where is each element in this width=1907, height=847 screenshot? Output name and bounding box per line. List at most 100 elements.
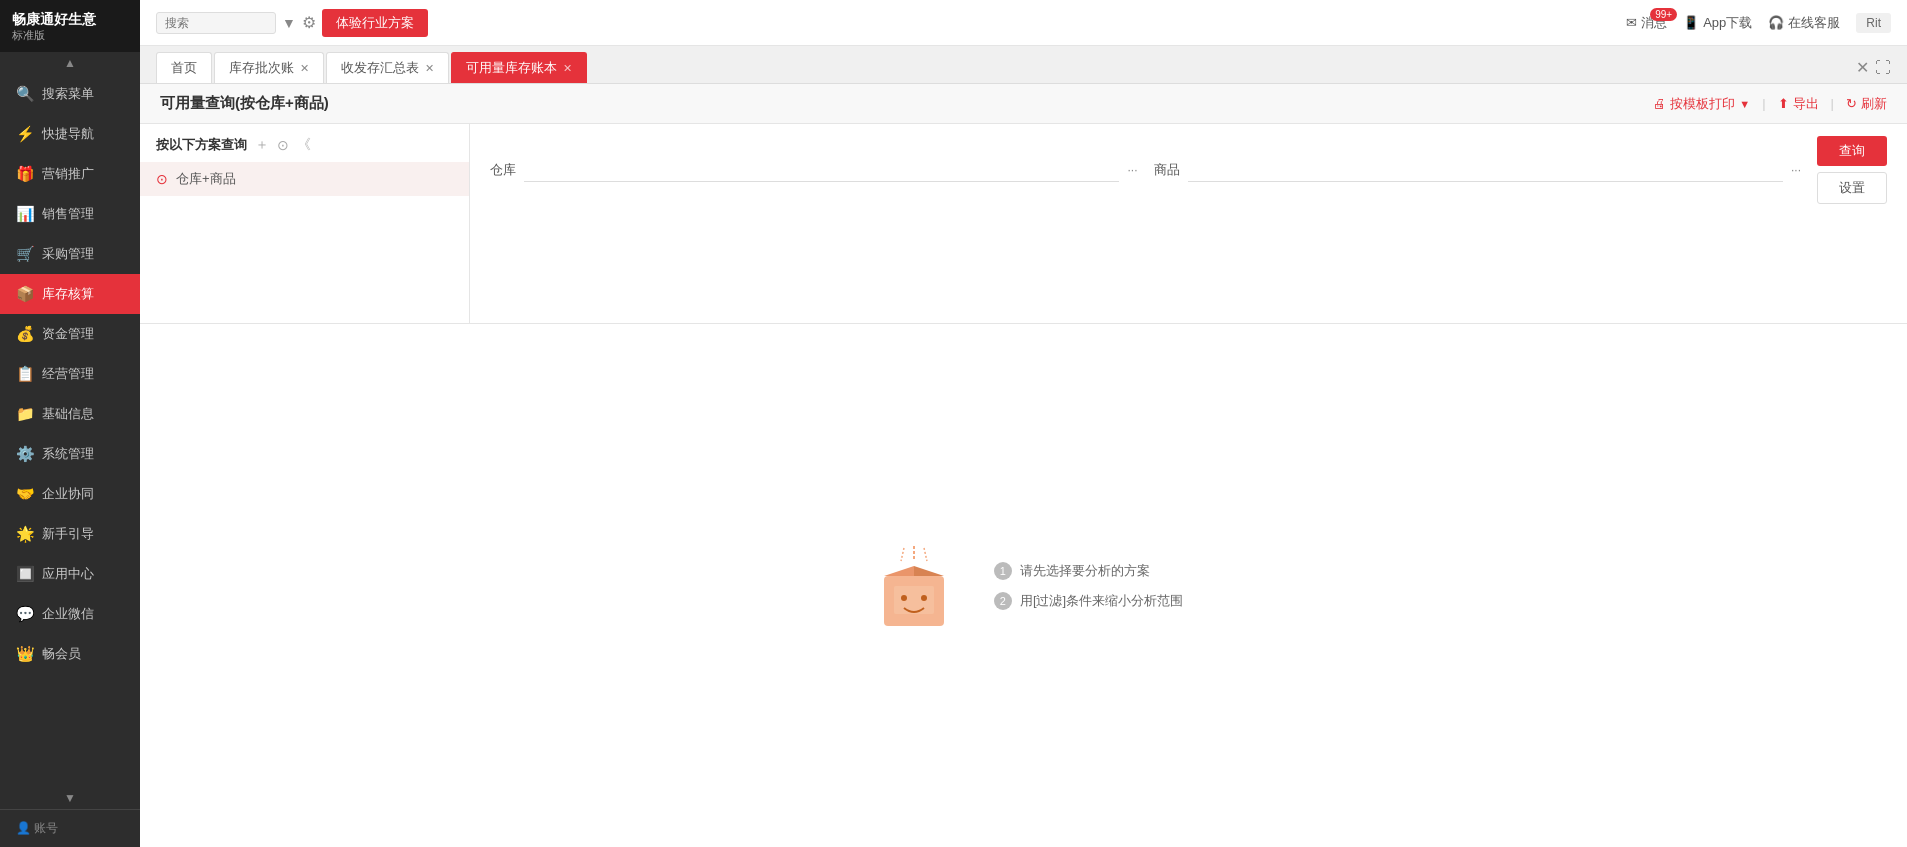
query-button[interactable]: 查询 xyxy=(1817,136,1887,166)
export-icon: ⬆ xyxy=(1778,96,1789,111)
sidebar-item-purchase[interactable]: 🛒 采购管理 xyxy=(0,234,140,274)
quicknav-icon: ⚡ xyxy=(16,125,34,143)
tabs-bar: 首页 库存批次账 ✕ 收发存汇总表 ✕ 可用量库存账本 ✕ ✕ ⛶ xyxy=(140,46,1907,84)
tab-collect-summary-label: 收发存汇总表 xyxy=(341,59,419,77)
sidebar-item-enterprise[interactable]: 🤝 企业协同 xyxy=(0,474,140,514)
enterprise-icon: 🤝 xyxy=(16,485,34,503)
scheme-item-warehouse-product[interactable]: ⊙ 仓库+商品 xyxy=(140,162,469,196)
message-button[interactable]: ✉ 消息 99+ xyxy=(1626,14,1667,32)
svg-rect-3 xyxy=(894,586,934,614)
page-title-bar: 可用量查询(按仓库+商品) 🖨 按模板打印 ▼ | ⬆ 导出 | ↻ 刷新 xyxy=(140,84,1907,124)
tab-batch-account-close[interactable]: ✕ xyxy=(300,62,309,75)
sidebar-item-system[interactable]: ⚙️ 系统管理 xyxy=(0,434,140,474)
sidebar-label-purchase: 采购管理 xyxy=(42,245,94,263)
sidebar-item-sales[interactable]: 📊 销售管理 xyxy=(0,194,140,234)
app-version: 标准版 xyxy=(12,28,128,42)
print-dropdown-icon[interactable]: ▼ xyxy=(1739,98,1750,110)
sidebar-footer[interactable]: 👤 账号 xyxy=(0,809,140,847)
refresh-label: 刷新 xyxy=(1861,95,1887,113)
main-area: ▼ ⚙ 体验行业方案 ✉ 消息 99+ 📱 App下载 🎧 在线客服 Rit xyxy=(140,0,1907,847)
sidebar-item-finance[interactable]: 💰 资金管理 xyxy=(0,314,140,354)
tab-available-ledger[interactable]: 可用量库存账本 ✕ xyxy=(451,52,587,83)
user-area[interactable]: Rit xyxy=(1856,13,1891,33)
refresh-button[interactable]: ↻ 刷新 xyxy=(1846,95,1887,113)
warehouse-input[interactable] xyxy=(524,158,1119,182)
sidebar-items: 🔍 搜索菜单 ⚡ 快捷导航 🎁 营销推广 📊 销售管理 🛒 采购管理 📦 库存核… xyxy=(0,74,140,787)
dropdown-icon[interactable]: ▼ xyxy=(282,15,296,31)
query-sidebar: 按以下方案查询 ＋ ⊙ 《 ⊙ 仓库+商品 xyxy=(140,124,470,323)
empty-step-1: 1 请先选择要分析的方案 xyxy=(994,562,1183,580)
sidebar-header: 畅康通好生意 标准版 xyxy=(0,0,140,52)
svg-line-7 xyxy=(901,548,904,561)
filter-area: 仓库 ··· 商品 ··· 查询 设置 xyxy=(470,124,1907,323)
empty-illustration xyxy=(864,536,964,636)
tab-collect-summary-close[interactable]: ✕ xyxy=(425,62,434,75)
export-button[interactable]: ⬆ 导出 xyxy=(1778,95,1819,113)
sidebar-item-marketing[interactable]: 🎁 营销推广 xyxy=(0,154,140,194)
newuser-icon: 🌟 xyxy=(16,525,34,543)
finance-icon: 💰 xyxy=(16,325,34,343)
sidebar-scroll-up[interactable]: ▲ xyxy=(0,52,140,74)
message-badge: 99+ xyxy=(1650,8,1677,21)
svg-point-5 xyxy=(921,595,927,601)
action-separator-2: | xyxy=(1831,96,1834,111)
online-service-button[interactable]: 🎧 在线客服 xyxy=(1768,14,1840,32)
sidebar-item-operation[interactable]: 📋 经营管理 xyxy=(0,354,140,394)
breadcrumb-area: ▼ ⚙ 体验行业方案 xyxy=(156,9,1616,37)
print-button[interactable]: 🖨 按模板打印 ▼ xyxy=(1653,95,1750,113)
svg-point-4 xyxy=(901,595,907,601)
sidebar-label-entweixin: 企业微信 xyxy=(42,605,94,623)
empty-step-2: 2 用[过滤]条件来缩小分析范围 xyxy=(994,592,1183,610)
query-sidebar-header: 按以下方案查询 ＋ ⊙ 《 xyxy=(140,136,469,154)
app-download-label: App下载 xyxy=(1703,14,1752,32)
product-input[interactable] xyxy=(1188,158,1783,182)
product-more-button[interactable]: ··· xyxy=(1791,163,1801,177)
sidebar-label-search: 搜索菜单 xyxy=(42,85,94,103)
warehouse-more-button[interactable]: ··· xyxy=(1127,163,1137,177)
gear-icon[interactable]: ⚙ xyxy=(302,13,316,32)
warehouse-filter-field: 仓库 ··· xyxy=(490,158,1138,182)
sidebar-label-quicknav: 快捷导航 xyxy=(42,125,94,143)
tab-home[interactable]: 首页 xyxy=(156,52,212,83)
sales-icon: 📊 xyxy=(16,205,34,223)
svg-marker-2 xyxy=(914,566,944,576)
step-1-text: 请先选择要分析的方案 xyxy=(1020,562,1150,580)
top-right-area: ✉ 消息 99+ 📱 App下载 🎧 在线客服 Rit xyxy=(1626,13,1891,33)
setting-button[interactable]: 设置 xyxy=(1817,172,1887,204)
message-icon: ✉ xyxy=(1626,15,1637,30)
maximize-tab-button[interactable]: ⛶ xyxy=(1875,59,1891,77)
sidebar-item-quicknav[interactable]: ⚡ 快捷导航 xyxy=(0,114,140,154)
manage-scheme-button[interactable]: ⊙ xyxy=(277,137,289,153)
sidebar-item-newuser[interactable]: 🌟 新手引导 xyxy=(0,514,140,554)
sidebar-item-basic[interactable]: 📁 基础信息 xyxy=(0,394,140,434)
search-icon: 🔍 xyxy=(16,85,34,103)
trial-industry-button[interactable]: 体验行业方案 xyxy=(322,9,428,37)
svg-line-8 xyxy=(924,548,927,561)
sidebar-item-search[interactable]: 🔍 搜索菜单 xyxy=(0,74,140,114)
collapse-sidebar-button[interactable]: 《 xyxy=(297,136,311,154)
member-icon: 👑 xyxy=(16,645,34,663)
breadcrumb-input[interactable] xyxy=(156,12,276,34)
app-download-button[interactable]: 📱 App下载 xyxy=(1683,14,1752,32)
entweixin-icon: 💬 xyxy=(16,605,34,623)
query-sidebar-title: 按以下方案查询 xyxy=(156,136,247,154)
sidebar-item-member[interactable]: 👑 畅会员 xyxy=(0,634,140,674)
sidebar-scroll-down[interactable]: ▼ xyxy=(0,787,140,809)
refresh-icon: ↻ xyxy=(1846,96,1857,111)
sidebar-item-inventory[interactable]: 📦 库存核算 xyxy=(0,274,140,314)
tab-collect-summary[interactable]: 收发存汇总表 ✕ xyxy=(326,52,449,83)
product-filter-field: 商品 ··· xyxy=(1154,158,1802,182)
action-separator-1: | xyxy=(1762,96,1765,111)
filter-actions: 查询 设置 xyxy=(1817,136,1887,204)
tab-available-ledger-close[interactable]: ✕ xyxy=(563,62,572,75)
sidebar-item-entweixin[interactable]: 💬 企业微信 xyxy=(0,594,140,634)
content-area: 可用量查询(按仓库+商品) 🖨 按模板打印 ▼ | ⬆ 导出 | ↻ 刷新 xyxy=(140,84,1907,847)
tab-batch-account[interactable]: 库存批次账 ✕ xyxy=(214,52,324,83)
sidebar-label-basic: 基础信息 xyxy=(42,405,94,423)
add-scheme-button[interactable]: ＋ xyxy=(255,136,269,154)
sidebar-label-system: 系统管理 xyxy=(42,445,94,463)
close-tab-button[interactable]: ✕ xyxy=(1856,58,1869,77)
page-actions: 🖨 按模板打印 ▼ | ⬆ 导出 | ↻ 刷新 xyxy=(1653,95,1887,113)
sidebar-item-appcenter[interactable]: 🔲 应用中心 xyxy=(0,554,140,594)
headset-icon: 🎧 xyxy=(1768,15,1784,30)
